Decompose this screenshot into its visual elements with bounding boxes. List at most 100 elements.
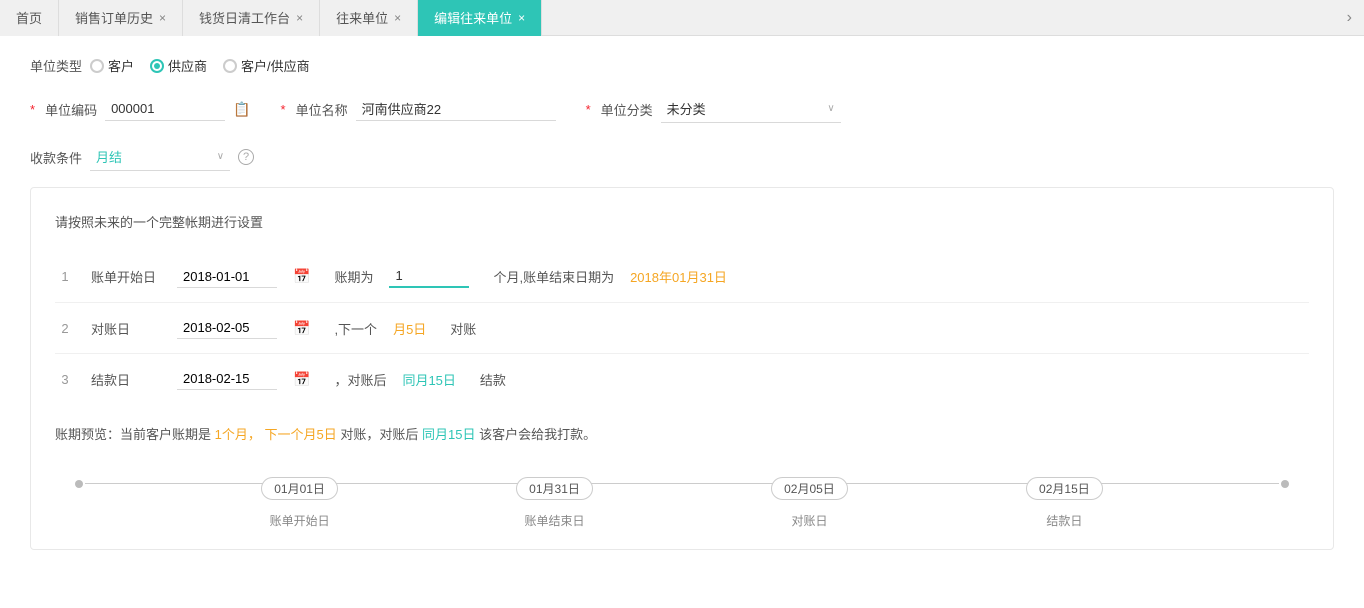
timeline-nodes: 01月01日 账单开始日 01月31日 账单结束日 02月05日 对账日 bbox=[75, 463, 1289, 529]
radio-both-circle bbox=[223, 59, 237, 73]
timeline-label-3: 对账日 bbox=[791, 512, 827, 529]
timeline-right-dot bbox=[1281, 480, 1289, 488]
unit-info-row: * 单位编码 📋 * 单位名称 * 单位分类 未分类 ∨ bbox=[30, 95, 1334, 123]
tab-more-button[interactable]: › bbox=[1335, 9, 1364, 27]
row-3-date-input[interactable] bbox=[177, 368, 277, 390]
payment-terms-arrow-icon: ∨ bbox=[217, 151, 224, 162]
row-2-cal-icon[interactable]: 📅 bbox=[293, 320, 310, 337]
unit-code-input[interactable] bbox=[105, 97, 225, 121]
close-cash-desk-icon[interactable]: × bbox=[296, 11, 303, 25]
timeline-left-cap bbox=[75, 480, 83, 488]
row-3-label: 结款日 bbox=[91, 370, 161, 389]
radio-customer-label: 客户 bbox=[108, 56, 134, 75]
unit-type-label: 单位类型 bbox=[30, 56, 82, 75]
row-2-date-input[interactable] bbox=[177, 317, 277, 339]
unit-category-star: * bbox=[586, 102, 591, 117]
timeline-left-dot bbox=[75, 480, 83, 488]
preview-section: 账期预览：当前客户账期是 1个月， 下一个月5日 对账，对账后 同月15日 该客… bbox=[55, 424, 1309, 529]
row-1-date-input[interactable] bbox=[177, 266, 277, 288]
row-2-num: 2 bbox=[55, 321, 75, 336]
setting-row-1: 1 账单开始日 📅 账期为 个月,账单结束日期为 2018年01月31日 bbox=[55, 251, 1309, 303]
tab-home[interactable]: 首页 bbox=[0, 0, 59, 36]
unit-category-label: 单位分类 bbox=[601, 100, 653, 119]
row-1-num: 1 bbox=[55, 269, 75, 284]
tab-cash-desk-label: 钱货日清工作台 bbox=[199, 8, 290, 27]
unit-category-arrow-icon: ∨ bbox=[827, 103, 834, 114]
payment-terms-row: 收款条件 月结 ∨ ? bbox=[30, 143, 1334, 171]
tab-bar: 首页 销售订单历史 × 钱货日清工作台 × 往来单位 × 编辑往来单位 × › bbox=[0, 0, 1364, 36]
radio-supplier-label: 供应商 bbox=[168, 56, 207, 75]
timeline-badge-1: 01月01日 bbox=[261, 477, 338, 500]
row-1-label: 账单开始日 bbox=[91, 267, 161, 286]
row-1-suffix-post: 个月,账单结束日期为 bbox=[493, 267, 614, 286]
payment-terms-value: 月结 bbox=[96, 147, 213, 166]
row-2-prefix: ,下一个 bbox=[334, 319, 377, 338]
timeline-label-1: 账单开始日 bbox=[270, 512, 330, 529]
tab-edit-partner-label: 编辑往来单位 bbox=[434, 8, 512, 27]
row-2-label: 对账日 bbox=[91, 319, 161, 338]
preview-p3: 同月15日 bbox=[422, 427, 475, 442]
payment-terms-help-icon[interactable]: ? bbox=[238, 149, 254, 165]
close-partners-icon[interactable]: × bbox=[394, 11, 401, 25]
timeline-node-1: 01月01日 账单开始日 bbox=[261, 477, 338, 529]
row-1-cal-icon[interactable]: 📅 bbox=[293, 268, 310, 285]
unit-type-row: 单位类型 客户 供应商 客户/供应商 bbox=[30, 56, 1334, 75]
tab-partners-label: 往来单位 bbox=[336, 8, 388, 27]
row-2-suffix: 对账 bbox=[450, 319, 476, 338]
timeline-badge-2: 01月31日 bbox=[516, 477, 593, 500]
unit-type-group: 单位类型 客户 供应商 客户/供应商 bbox=[30, 56, 310, 75]
row-1-suffix-pre: 账期为 bbox=[334, 267, 373, 286]
unit-category-group: * 单位分类 未分类 ∨ bbox=[586, 95, 841, 123]
row-2-highlight: 月5日 bbox=[393, 319, 426, 338]
radio-customer[interactable]: 客户 bbox=[90, 56, 134, 75]
row-3-highlight: 同月15日 bbox=[402, 370, 455, 389]
period-input[interactable] bbox=[389, 265, 469, 288]
timeline-node-3: 02月05日 对账日 bbox=[771, 477, 848, 529]
unit-name-input[interactable] bbox=[356, 97, 556, 121]
setting-row-2: 2 对账日 📅 ,下一个 月5日 对账 bbox=[55, 303, 1309, 354]
preview-mid: 对账，对账后 bbox=[340, 427, 418, 442]
payment-terms-dropdown[interactable]: 月结 ∨ bbox=[90, 143, 230, 171]
radio-supplier-circle bbox=[150, 59, 164, 73]
radio-supplier[interactable]: 供应商 bbox=[150, 56, 207, 75]
tab-partners[interactable]: 往来单位 × bbox=[320, 0, 418, 36]
tab-edit-partner[interactable]: 编辑往来单位 × bbox=[418, 0, 542, 36]
tab-sales-history[interactable]: 销售订单历史 × bbox=[59, 0, 183, 36]
unit-code-group: * 单位编码 📋 bbox=[30, 97, 251, 121]
timeline-container: 01月01日 账单开始日 01月31日 账单结束日 02月05日 对账日 bbox=[55, 463, 1309, 529]
unit-code-copy-icon[interactable]: 📋 bbox=[233, 101, 250, 118]
preview-p1: 1个月， bbox=[215, 427, 261, 442]
timeline-label-2: 账单结束日 bbox=[525, 512, 585, 529]
row-3-suffix: 结款 bbox=[480, 370, 506, 389]
timeline-right-cap bbox=[1281, 480, 1289, 488]
timeline-badge-4: 02月15日 bbox=[1026, 477, 1103, 500]
unit-category-dropdown[interactable]: 未分类 ∨ bbox=[661, 95, 841, 123]
preview-text: 账期预览：当前客户账期是 1个月， 下一个月5日 对账，对账后 同月15日 该客… bbox=[55, 424, 1309, 443]
radio-both-label: 客户/供应商 bbox=[241, 56, 310, 75]
tab-cash-desk[interactable]: 钱货日清工作台 × bbox=[183, 0, 320, 36]
timeline-node-2: 01月31日 账单结束日 bbox=[516, 477, 593, 529]
setting-row-3: 3 结款日 📅 ，对账后 同月15日 结款 bbox=[55, 354, 1309, 404]
close-edit-partner-icon[interactable]: × bbox=[518, 11, 525, 25]
payment-terms-label: 收款条件 bbox=[30, 148, 82, 167]
tab-sales-history-label: 销售订单历史 bbox=[75, 8, 153, 27]
close-sales-history-icon[interactable]: × bbox=[159, 11, 166, 25]
unit-name-label: 单位名称 bbox=[296, 100, 348, 119]
row-3-cal-icon[interactable]: 📅 bbox=[293, 371, 310, 388]
timeline-badge-3: 02月05日 bbox=[771, 477, 848, 500]
main-content: 单位类型 客户 供应商 客户/供应商 * 单位编码 bbox=[0, 36, 1364, 608]
unit-code-star: * bbox=[30, 102, 35, 117]
tab-home-label: 首页 bbox=[16, 8, 42, 27]
settings-panel: 请按照未来的一个完整帐期进行设置 1 账单开始日 📅 账期为 个月,账单结束日期… bbox=[30, 187, 1334, 550]
timeline-node-4: 02月15日 结款日 bbox=[1026, 477, 1103, 529]
unit-code-label: 单位编码 bbox=[45, 100, 97, 119]
radio-customer-circle bbox=[90, 59, 104, 73]
row-3-num: 3 bbox=[55, 372, 75, 387]
unit-category-value: 未分类 bbox=[667, 99, 824, 118]
row-3-prefix: ，对账后 bbox=[334, 370, 386, 389]
setting-rows: 1 账单开始日 📅 账期为 个月,账单结束日期为 2018年01月31日 2 对… bbox=[55, 251, 1309, 404]
panel-hint: 请按照未来的一个完整帐期进行设置 bbox=[55, 212, 1309, 231]
unit-type-radio-group: 客户 供应商 客户/供应商 bbox=[90, 56, 310, 75]
preview-p2: 下一个月5日 bbox=[265, 427, 337, 442]
radio-both[interactable]: 客户/供应商 bbox=[223, 56, 310, 75]
